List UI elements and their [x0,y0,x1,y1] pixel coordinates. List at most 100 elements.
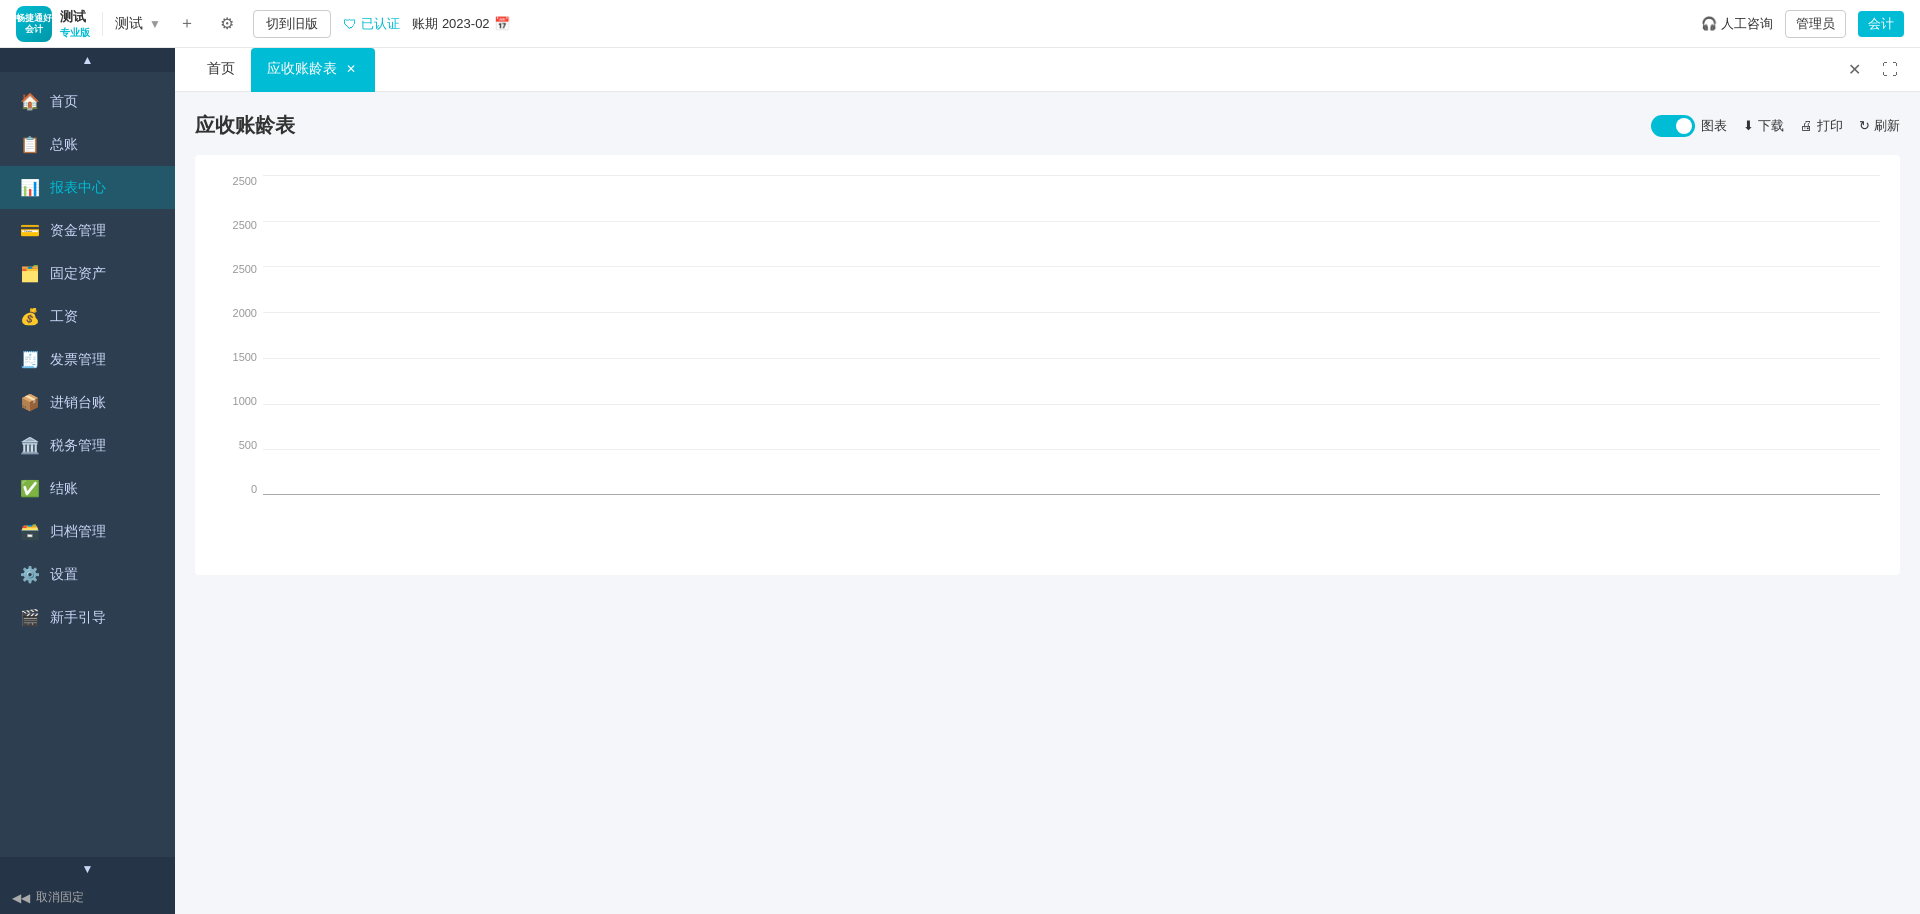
y-label-2500-2: 2500 [233,219,257,231]
sidebar-nav: 🏠 首页 📋 总账 📊 报表中心 💳 资金管理 🗂️ 固定资产 💰 工资 🧾 发… [0,72,175,857]
refresh-label: 刷新 [1874,117,1900,135]
y-label-1000: 1000 [233,395,257,407]
nav-label-ledger: 总账 [50,136,78,154]
cancel-fix-button[interactable]: ◀◀ 取消固定 [0,881,175,914]
sidebar-item-guide[interactable]: 🎬 新手引导 [0,596,175,639]
report-actions: 图表 ⬇ 下载 🖨 打印 ↻ 刷新 [1651,115,1900,137]
expand-btn[interactable]: ⛶ [1876,56,1904,84]
download-label: 下载 [1758,117,1784,135]
app-subtitle: 专业版 [60,26,90,40]
bars-container [263,175,1880,495]
home-tab-label: 首页 [207,60,235,78]
nav-label-closing: 结账 [50,480,78,498]
y-axis: 2500 2500 2500 2000 1500 1000 500 0 [215,175,263,495]
y-label-2500-3: 2500 [233,263,257,275]
nav-label-tax: 税务管理 [50,437,106,455]
sidebar-item-tax[interactable]: 🏛️ 税务管理 [0,424,175,467]
certified-badge: 🛡 已认证 [343,15,400,33]
settings-icon[interactable]: ⚙ [213,10,241,38]
nav-icon-settings: ⚙️ [20,565,40,584]
chart-grid-area [263,175,1880,495]
switch-old-button[interactable]: 切到旧版 [253,10,331,38]
header-right: 🎧 人工咨询 管理员 会计 [1701,10,1904,38]
sidebar-item-archive[interactable]: 🗃️ 归档管理 [0,510,175,553]
sidebar-item-funds[interactable]: 💳 资金管理 [0,209,175,252]
nav-icon-funds: 💳 [20,221,40,240]
consult-button[interactable]: 🎧 人工咨询 [1701,15,1773,33]
y-label-1500: 1500 [233,351,257,363]
chevron-down-icon: ▼ [149,17,161,31]
sidebar-item-inventory[interactable]: 📦 进销台账 [0,381,175,424]
cancel-fix-label: 取消固定 [36,889,84,906]
sidebar-scroll-down[interactable]: ▼ [0,857,175,881]
ar-aging-tab-label: 应收账龄表 [267,60,337,78]
nav-icon-guide: 🎬 [20,608,40,627]
nav-label-settings: 设置 [50,566,78,584]
y-label-0: 0 [251,483,257,495]
main-layout: ▲ 🏠 首页 📋 总账 📊 报表中心 💳 资金管理 🗂️ 固定资产 💰 工资 🧾… [0,48,1920,914]
sidebar-item-settings[interactable]: ⚙️ 设置 [0,553,175,596]
company-selector[interactable]: 测试 ▼ [115,15,161,33]
chart-container: 2500 2500 2500 2000 1500 1000 500 0 [195,155,1900,575]
top-header: 畅捷通好会计 测试 专业版 测试 ▼ ＋ ⚙ 切到旧版 🛡 已认证 账期 202… [0,0,1920,48]
bar-chart-wrapper: 2500 2500 2500 2000 1500 1000 500 0 [215,175,1880,525]
close-tab-btn[interactable]: ✕ [1840,56,1868,84]
company-name: 测试 [60,8,90,26]
print-label: 打印 [1817,117,1843,135]
company-details: 测试 专业版 [60,8,90,40]
consult-label: 人工咨询 [1721,15,1773,33]
chart-toggle-wrapper: 图表 [1651,115,1727,137]
print-button[interactable]: 🖨 打印 [1800,117,1843,135]
add-button[interactable]: ＋ [173,10,201,38]
nav-icon-archive: 🗃️ [20,522,40,541]
report-title: 应收账龄表 [195,112,295,139]
nav-icon-ledger: 📋 [20,135,40,154]
logo-text: 畅捷通好会计 [16,13,52,35]
toggle-label: 图表 [1701,117,1727,135]
tab-bar-actions: ✕ ⛶ [1840,56,1904,84]
refresh-icon: ↻ [1859,118,1870,133]
y-label-2000: 2000 [233,307,257,319]
role-button[interactable]: 会计 [1858,11,1904,37]
y-label-500: 500 [239,439,257,451]
page-content: 应收账龄表 图表 ⬇ 下载 🖨 打印 ↻ [175,92,1920,914]
tab-home[interactable]: 首页 [191,48,251,92]
nav-label-guide: 新手引导 [50,609,106,627]
nav-icon-payroll: 💰 [20,307,40,326]
sidebar: ▲ 🏠 首页 📋 总账 📊 报表中心 💳 资金管理 🗂️ 固定资产 💰 工资 🧾… [0,48,175,914]
tab-ar-aging[interactable]: 应收账龄表 ✕ [251,48,375,92]
nav-icon-inventory: 📦 [20,393,40,412]
download-button[interactable]: ⬇ 下载 [1743,117,1784,135]
sidebar-item-ledger[interactable]: 📋 总账 [0,123,175,166]
sidebar-item-invoice[interactable]: 🧾 发票管理 [0,338,175,381]
sidebar-item-closing[interactable]: ✅ 结账 [0,467,175,510]
sidebar-item-reports[interactable]: 📊 报表中心 [0,166,175,209]
nav-icon-closing: ✅ [20,479,40,498]
sidebar-item-payroll[interactable]: 💰 工资 [0,295,175,338]
nav-label-invoice: 发票管理 [50,351,106,369]
sidebar-item-assets[interactable]: 🗂️ 固定资产 [0,252,175,295]
nav-icon-reports: 📊 [20,178,40,197]
refresh-button[interactable]: ↻ 刷新 [1859,117,1900,135]
nav-label-inventory: 进销台账 [50,394,106,412]
sidebar-scroll-up[interactable]: ▲ [0,48,175,72]
period-value: 2023-02 [442,16,490,31]
content-area: 首页 应收账龄表 ✕ ✕ ⛶ 应收账龄表 图表 [175,48,1920,914]
shield-icon: 🛡 [343,16,357,32]
headphone-icon: 🎧 [1701,16,1717,31]
nav-icon-tax: 🏛️ [20,436,40,455]
pin-icon: ◀◀ [12,891,30,905]
report-header: 应收账龄表 图表 ⬇ 下载 🖨 打印 ↻ [195,112,1900,139]
user-button[interactable]: 管理员 [1785,10,1846,38]
tab-close-button[interactable]: ✕ [343,61,359,77]
calendar-icon[interactable]: 📅 [494,16,510,31]
nav-label-funds: 资金管理 [50,222,106,240]
nav-label-reports: 报表中心 [50,179,106,197]
chart-toggle[interactable] [1651,115,1695,137]
sidebar-item-home[interactable]: 🏠 首页 [0,80,175,123]
app-logo: 畅捷通好会计 [16,6,52,42]
nav-icon-home: 🏠 [20,92,40,111]
company-info: 畅捷通好会计 测试 专业版 [16,6,90,42]
print-icon: 🖨 [1800,118,1813,133]
nav-label-archive: 归档管理 [50,523,106,541]
